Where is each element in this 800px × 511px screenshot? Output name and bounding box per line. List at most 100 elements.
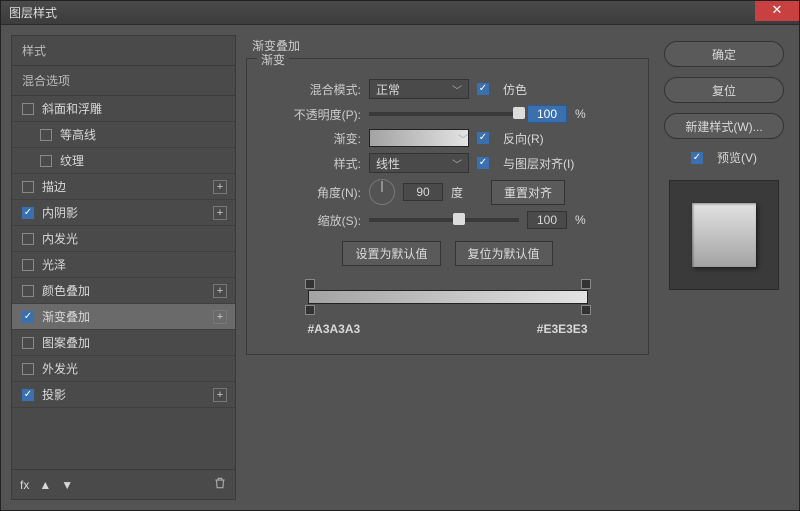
- chevron-down-icon: ﹀: [452, 156, 462, 171]
- opacity-stop-right[interactable]: [581, 279, 591, 289]
- reverse-label: 反向(R): [503, 130, 544, 147]
- add-effect-icon[interactable]: +: [213, 180, 227, 194]
- sidebar-item-11[interactable]: 投影 +: [12, 382, 235, 408]
- sidebar-item-6[interactable]: 光泽: [12, 252, 235, 278]
- gradient-editor[interactable]: #A3A3A3 #E3E3E3: [308, 290, 588, 336]
- style-checkbox[interactable]: [22, 103, 34, 115]
- close-button[interactable]: ✕: [755, 1, 799, 21]
- arrow-down-icon[interactable]: ▼: [61, 478, 73, 492]
- sidebar-item-5[interactable]: 内发光: [12, 226, 235, 252]
- style-checkbox[interactable]: [22, 233, 34, 245]
- sidebar-item-4[interactable]: 内阴影 +: [12, 200, 235, 226]
- add-effect-icon[interactable]: +: [213, 310, 227, 324]
- angle-dial[interactable]: [369, 179, 395, 205]
- sidebar-item-7[interactable]: 颜色叠加 +: [12, 278, 235, 304]
- cancel-button[interactable]: 复位: [664, 77, 784, 103]
- sidebar-item-label: 投影: [42, 386, 66, 403]
- make-default-button[interactable]: 设置为默认值: [342, 241, 440, 266]
- opacity-label: 不透明度(P):: [261, 106, 361, 123]
- opacity-slider[interactable]: [369, 112, 519, 116]
- reverse-checkbox[interactable]: [477, 132, 489, 144]
- sidebar-item-1[interactable]: 等高线: [12, 122, 235, 148]
- align-checkbox[interactable]: [477, 157, 489, 169]
- gradient-label: 渐变:: [261, 130, 361, 147]
- hex-left: #A3A3A3: [308, 322, 361, 336]
- scale-slider[interactable]: [369, 218, 519, 222]
- hex-right: #E3E3E3: [537, 322, 588, 336]
- style-checkbox[interactable]: [22, 285, 34, 297]
- right-buttons: 确定 复位 新建样式(W)... 预览(V): [659, 35, 789, 500]
- gradient-group: 渐变 混合模式: 正常﹀ 仿色 不透明度(P): 100 %: [246, 58, 649, 355]
- sidebar-item-label: 内发光: [42, 230, 78, 247]
- sidebar-item-label: 颜色叠加: [42, 282, 90, 299]
- sidebar-item-label: 内阴影: [42, 204, 78, 221]
- sidebar-item-label: 斜面和浮雕: [42, 100, 102, 117]
- color-stop-left[interactable]: [305, 305, 315, 315]
- sidebar-header-blend[interactable]: 混合选项: [12, 66, 235, 96]
- color-stop-right[interactable]: [581, 305, 591, 315]
- gradient-bar[interactable]: [308, 290, 588, 304]
- style-checkbox[interactable]: [22, 259, 34, 271]
- titlebar[interactable]: 图层样式 ✕: [1, 1, 799, 25]
- style-checkbox[interactable]: [22, 363, 34, 375]
- layer-style-dialog: 图层样式 ✕ 样式 混合选项 斜面和浮雕等高线纹理描边+ 内阴影 + 内发光光泽颜色叠…: [0, 0, 800, 511]
- sidebar-item-3[interactable]: 描边+: [12, 174, 235, 200]
- preview-box: [669, 180, 779, 290]
- styles-sidebar: 样式 混合选项 斜面和浮雕等高线纹理描边+ 内阴影 + 内发光光泽颜色叠加 + 渐变叠加 +…: [11, 35, 236, 500]
- angle-unit: 度: [451, 184, 463, 201]
- sidebar-item-label: 外发光: [42, 360, 78, 377]
- sidebar-item-label: 渐变叠加: [42, 308, 90, 325]
- style-checkbox[interactable]: [22, 181, 34, 193]
- window-title: 图层样式: [9, 4, 57, 21]
- new-style-button[interactable]: 新建样式(W)...: [664, 113, 784, 139]
- chevron-down-icon: ﹀: [458, 131, 468, 146]
- add-effect-icon[interactable]: +: [213, 206, 227, 220]
- style-checkbox[interactable]: [22, 389, 34, 401]
- blend-mode-label: 混合模式:: [261, 81, 361, 98]
- reset-default-button[interactable]: 复位为默认值: [455, 241, 553, 266]
- arrow-up-icon[interactable]: ▲: [39, 478, 51, 492]
- style-checkbox[interactable]: [22, 337, 34, 349]
- opacity-stop-left[interactable]: [305, 279, 315, 289]
- add-effect-icon[interactable]: +: [213, 284, 227, 298]
- sidebar-item-0[interactable]: 斜面和浮雕: [12, 96, 235, 122]
- sidebar-item-2[interactable]: 纹理: [12, 148, 235, 174]
- opacity-unit: %: [575, 107, 586, 121]
- align-label: 与图层对齐(I): [503, 155, 574, 172]
- scale-input[interactable]: 100: [527, 211, 567, 229]
- add-effect-icon[interactable]: +: [213, 388, 227, 402]
- preview-label: 预览(V): [717, 149, 757, 166]
- ok-button[interactable]: 确定: [664, 41, 784, 67]
- angle-label: 角度(N):: [261, 184, 361, 201]
- group-label: 渐变: [257, 51, 289, 68]
- blend-mode-select[interactable]: 正常﹀: [369, 79, 469, 99]
- style-select[interactable]: 线性﹀: [369, 153, 469, 173]
- trash-icon[interactable]: [213, 476, 227, 493]
- dither-checkbox[interactable]: [477, 83, 489, 95]
- scale-unit: %: [575, 213, 586, 227]
- preview-swatch: [692, 203, 756, 267]
- sidebar-item-9[interactable]: 图案叠加: [12, 330, 235, 356]
- sidebar-item-label: 光泽: [42, 256, 66, 273]
- fx-label[interactable]: fx: [20, 478, 29, 492]
- preview-checkbox[interactable]: [691, 152, 703, 164]
- style-label: 样式:: [261, 155, 361, 172]
- scale-label: 缩放(S):: [261, 212, 361, 229]
- sidebar-header-styles[interactable]: 样式: [12, 36, 235, 66]
- sidebar-item-label: 图案叠加: [42, 334, 90, 351]
- sidebar-item-10[interactable]: 外发光: [12, 356, 235, 382]
- sidebar-item-label: 等高线: [60, 126, 96, 143]
- opacity-input[interactable]: 100: [527, 105, 567, 123]
- style-checkbox[interactable]: [22, 207, 34, 219]
- gradient-swatch[interactable]: ﹀: [369, 129, 469, 147]
- style-checkbox[interactable]: [40, 129, 52, 141]
- sidebar-item-label: 纹理: [60, 152, 84, 169]
- reset-align-button[interactable]: 重置对齐: [491, 180, 565, 205]
- chevron-down-icon: ﹀: [452, 82, 462, 97]
- panel-title: 渐变叠加: [252, 37, 649, 54]
- dither-label: 仿色: [503, 81, 527, 98]
- angle-input[interactable]: 90: [403, 183, 443, 201]
- sidebar-item-8[interactable]: 渐变叠加 +: [12, 304, 235, 330]
- style-checkbox[interactable]: [22, 311, 34, 323]
- style-checkbox[interactable]: [40, 155, 52, 167]
